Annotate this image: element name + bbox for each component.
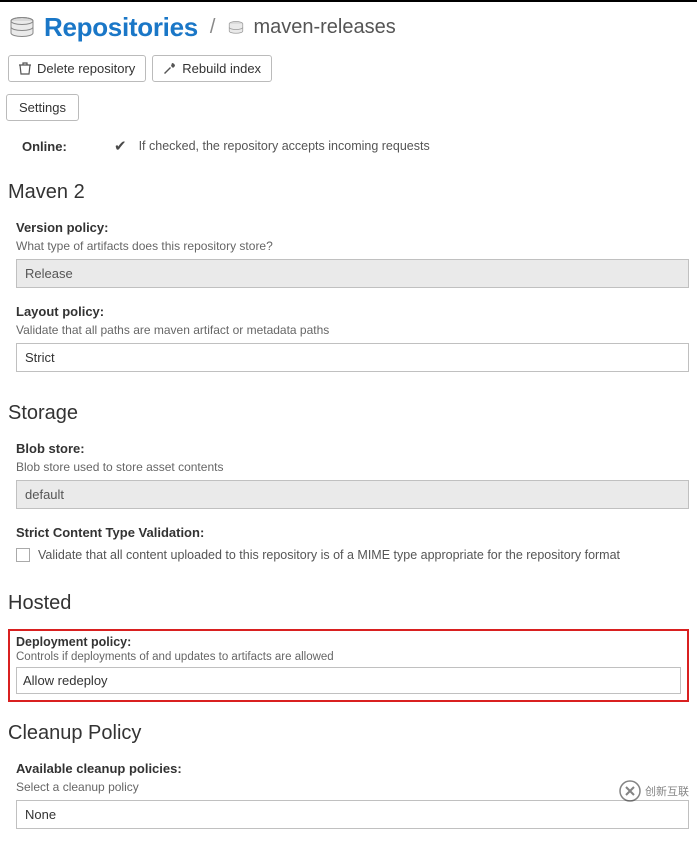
delete-label: Delete repository xyxy=(37,61,135,76)
online-label: Online: xyxy=(22,139,102,154)
deployment-policy-hint: Controls if deployments of and updates t… xyxy=(16,651,681,667)
breadcrumb-separator: / xyxy=(210,16,216,39)
cleanup-select[interactable]: None xyxy=(16,800,689,829)
blob-store-label: Blob store: xyxy=(16,441,689,460)
section-title-maven: Maven 2 xyxy=(8,181,689,214)
section-title-hosted: Hosted xyxy=(8,592,689,625)
field-blob-store: Blob store: Blob store used to store ass… xyxy=(8,435,689,519)
layout-policy-select[interactable]: Strict xyxy=(16,343,689,372)
database-icon xyxy=(8,16,36,40)
cleanup-hint: Select a cleanup policy xyxy=(16,780,689,800)
breadcrumb-repo-name: maven-releases xyxy=(253,16,395,39)
watermark: 创新互联 xyxy=(619,780,689,802)
online-row: Online: ✔ If checked, the repository acc… xyxy=(8,131,689,167)
section-title-storage: Storage xyxy=(8,402,689,435)
blob-store-hint: Blob store used to store asset contents xyxy=(16,460,689,480)
section-title-cleanup: Cleanup Policy xyxy=(8,722,689,755)
section-hosted: Hosted Deployment policy: Controls if de… xyxy=(8,578,689,708)
wrench-icon xyxy=(163,62,176,75)
rebuild-label: Rebuild index xyxy=(182,61,261,76)
deployment-policy-highlight: Deployment policy: Controls if deploymen… xyxy=(8,629,689,702)
version-policy-select[interactable]: Release xyxy=(16,259,689,288)
form: Online: ✔ If checked, the repository acc… xyxy=(0,121,697,865)
page-title: Repositories xyxy=(44,12,198,43)
version-policy-hint: What type of artifacts does this reposit… xyxy=(16,239,689,259)
watermark-text: 创新互联 xyxy=(645,783,689,799)
online-checkbox[interactable]: ✔ xyxy=(114,137,127,155)
field-strict-validation: Strict Content Type Validation: Validate… xyxy=(8,519,689,572)
version-policy-label: Version policy: xyxy=(16,220,689,239)
watermark-icon xyxy=(619,780,641,802)
blob-store-select[interactable]: default xyxy=(16,480,689,509)
online-hint: If checked, the repository accepts incom… xyxy=(139,139,430,153)
tab-settings[interactable]: Settings xyxy=(6,94,79,121)
field-cleanup-policies: Available cleanup policies: Select a cle… xyxy=(8,755,689,839)
strict-validation-hint: Validate that all content uploaded to th… xyxy=(38,548,620,562)
deployment-policy-label: Deployment policy: xyxy=(16,635,681,651)
section-cleanup: Cleanup Policy Available cleanup policie… xyxy=(8,708,689,845)
delete-repository-button[interactable]: Delete repository xyxy=(8,55,146,82)
section-maven: Maven 2 Version policy: What type of art… xyxy=(8,167,689,388)
field-version-policy: Version policy: What type of artifacts d… xyxy=(8,214,689,298)
rebuild-index-button[interactable]: Rebuild index xyxy=(152,55,272,82)
trash-icon xyxy=(19,62,31,75)
strict-validation-checkbox[interactable] xyxy=(16,548,30,562)
cleanup-label: Available cleanup policies: xyxy=(16,761,689,780)
tabs: Settings xyxy=(0,90,697,121)
database-icon-small xyxy=(227,20,245,36)
layout-policy-hint: Validate that all paths are maven artifa… xyxy=(16,323,689,343)
page-header: Repositories / maven-releases xyxy=(0,2,697,55)
toolbar: Delete repository Rebuild index xyxy=(0,55,697,90)
strict-validation-label: Strict Content Type Validation: xyxy=(16,525,689,544)
deployment-policy-select[interactable]: Allow redeploy xyxy=(16,667,681,694)
layout-policy-label: Layout policy: xyxy=(16,304,689,323)
field-layout-policy: Layout policy: Validate that all paths a… xyxy=(8,298,689,382)
section-storage: Storage Blob store: Blob store used to s… xyxy=(8,388,689,578)
